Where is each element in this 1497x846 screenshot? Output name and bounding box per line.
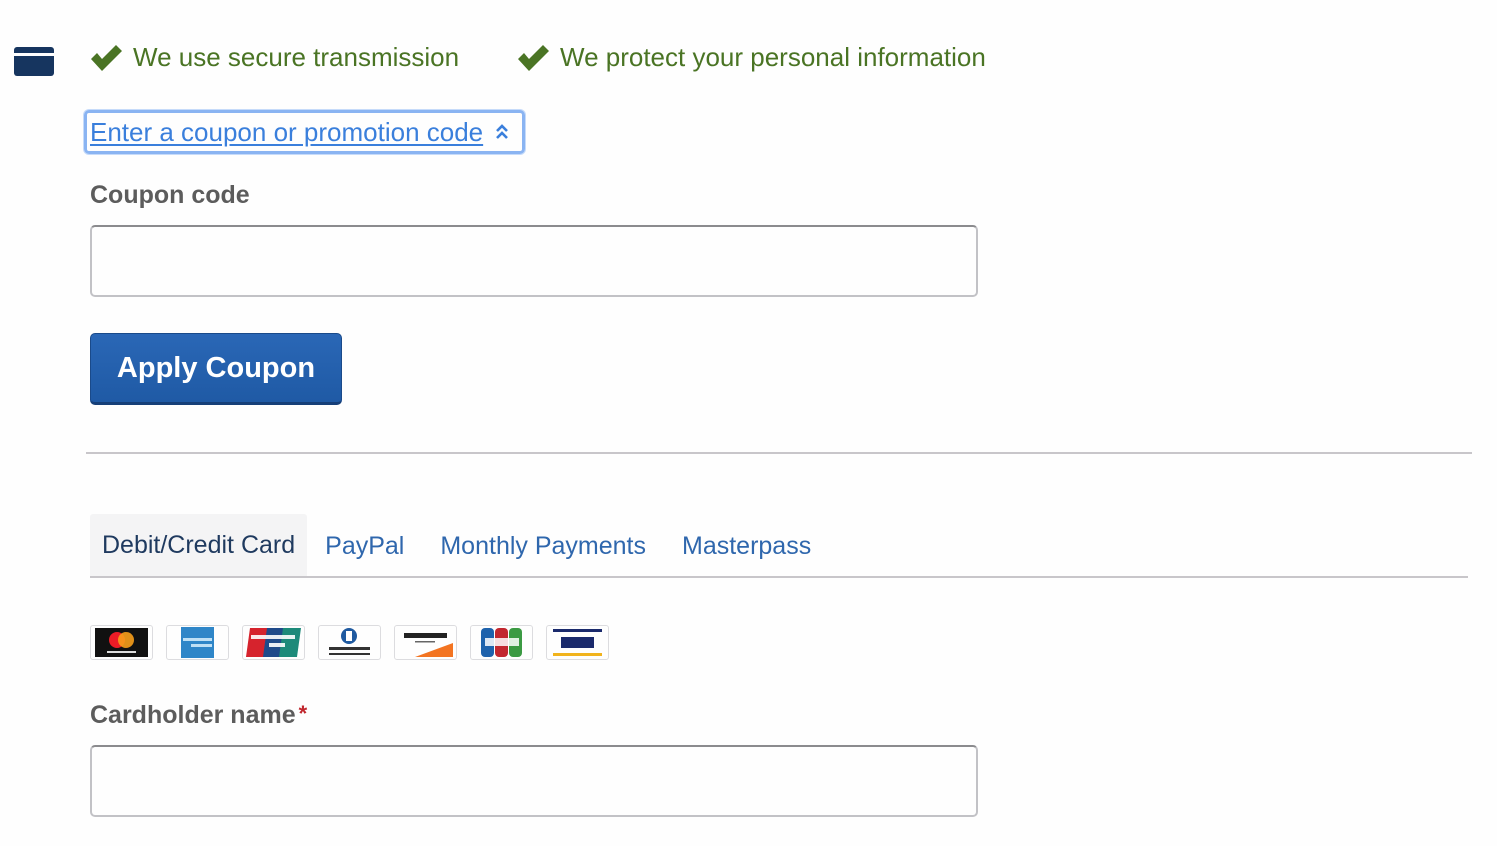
visa-logo-icon (546, 625, 609, 660)
cardholder-name-label-text: Cardholder name (90, 701, 296, 729)
coupon-code-label: Coupon code (90, 181, 250, 209)
section-divider (86, 452, 1472, 454)
tab-monthly-payments[interactable]: Monthly Payments (422, 514, 664, 576)
tab-masterpass[interactable]: Masterpass (664, 514, 829, 576)
checkmark-icon (91, 44, 122, 71)
cardholder-name-label: Cardholder name * (90, 701, 307, 730)
diners-club-logo-icon (318, 625, 381, 660)
coupon-code-input[interactable] (90, 225, 978, 297)
discover-logo-icon (394, 625, 457, 660)
apply-coupon-button[interactable]: Apply Coupon (90, 333, 342, 405)
assurance-text: We protect your personal information (560, 42, 986, 72)
coupon-toggle-link[interactable]: Enter a coupon or promotion code (84, 110, 525, 154)
assurance-text: We use secure transmission (133, 42, 460, 72)
assurance-secure-transmission: We use secure transmission (89, 42, 459, 73)
american-express-logo-icon (166, 625, 229, 660)
required-marker: * (298, 701, 308, 726)
tab-paypal[interactable]: PayPal (307, 514, 422, 576)
chevron-double-up-icon (496, 124, 509, 139)
accepted-cards (90, 625, 609, 660)
tab-debit-credit-card[interactable]: Debit/Credit Card (90, 514, 308, 576)
checkmark-icon (518, 44, 549, 71)
payment-method-tabs: Debit/Credit Card PayPal Monthly Payment… (90, 514, 1468, 578)
assurance-personal-information: We protect your personal information (516, 42, 986, 73)
cardholder-name-input[interactable] (90, 745, 978, 817)
credit-card-icon (14, 47, 54, 76)
coupon-toggle-label[interactable]: Enter a coupon or promotion code (90, 117, 483, 148)
jcb-logo-icon (470, 625, 533, 660)
mastercard-logo-icon (90, 625, 153, 660)
unionpay-logo-icon (242, 625, 305, 660)
